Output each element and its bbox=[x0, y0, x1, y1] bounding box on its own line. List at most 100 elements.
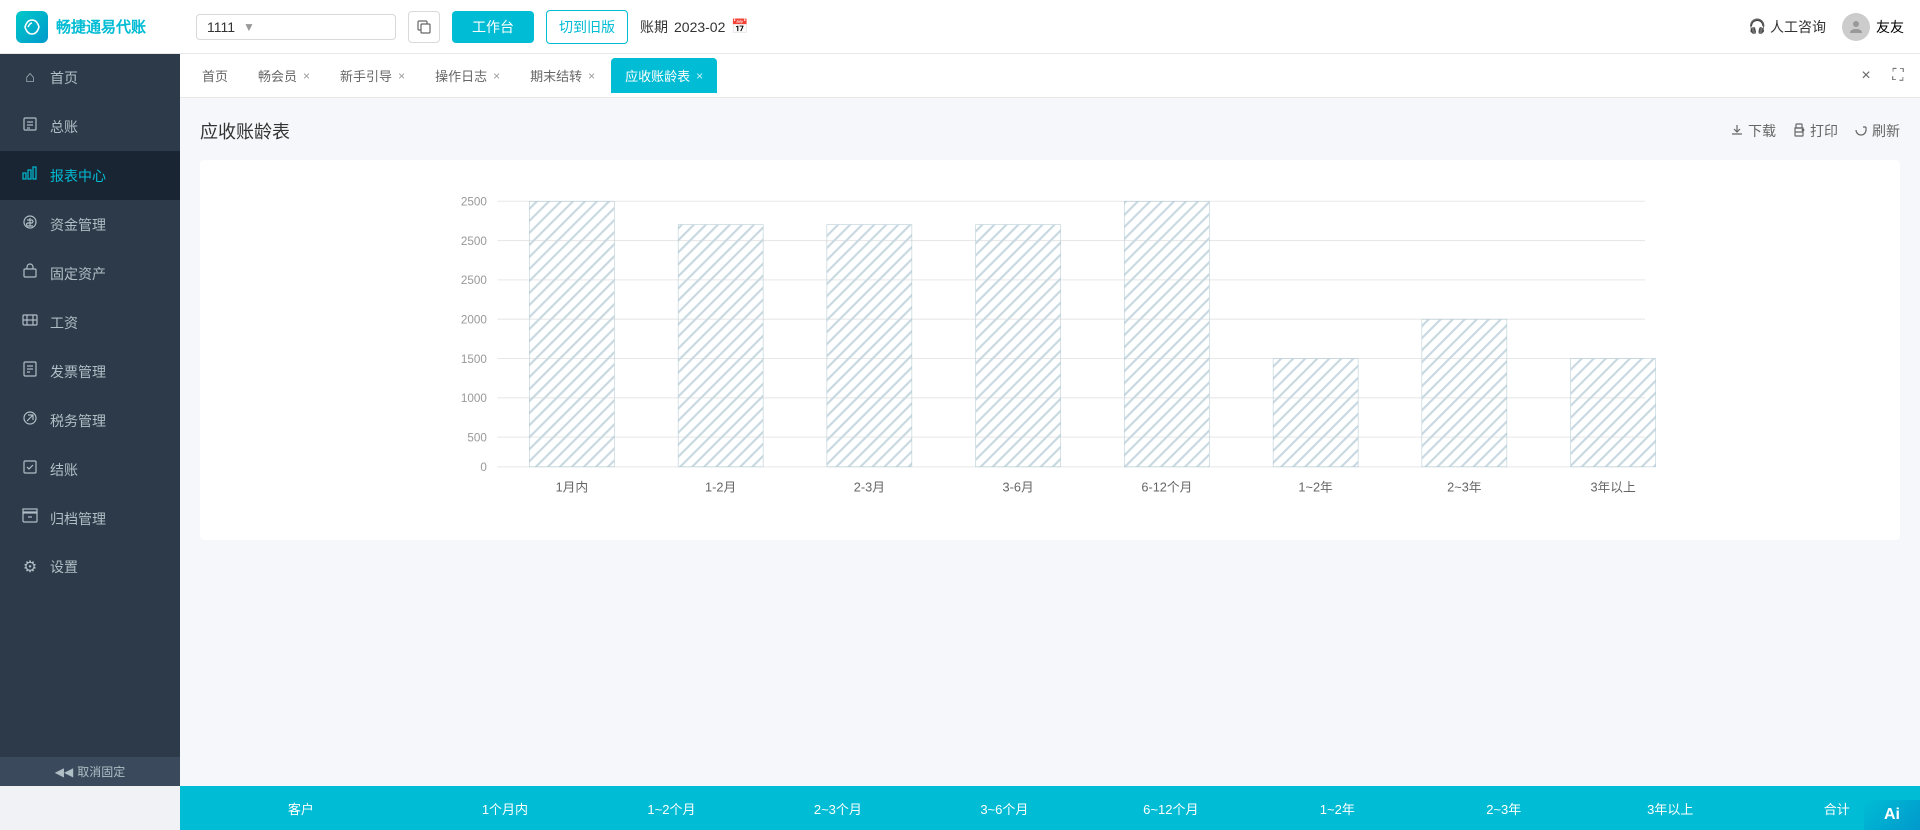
col-2-3year: 2~3年 bbox=[1421, 799, 1587, 818]
svg-text:1000: 1000 bbox=[461, 392, 487, 405]
user-area[interactable]: 友友 bbox=[1842, 13, 1904, 41]
tab-home-label: 首页 bbox=[202, 66, 228, 85]
svg-text:500: 500 bbox=[467, 431, 487, 444]
tab-member[interactable]: 畅会员 × bbox=[244, 58, 324, 93]
sidebar-item-checkout[interactable]: 结账 bbox=[0, 445, 180, 494]
sidebar-label-funds: 资金管理 bbox=[50, 215, 106, 235]
tab-member-label: 畅会员 bbox=[258, 66, 297, 85]
calendar-icon[interactable]: 📅 bbox=[731, 18, 748, 35]
cancel-fixed-button[interactable]: ◀◀ 取消固定 bbox=[0, 757, 180, 786]
refresh-label: 刷新 bbox=[1872, 121, 1900, 141]
maximize-button[interactable]: ⛶ bbox=[1884, 62, 1912, 90]
sidebar: ⌂ 首页 总账 报表中心 bbox=[0, 54, 180, 786]
tab-period-end-label: 期末结转 bbox=[530, 66, 582, 85]
tab-ar-aging-label: 应收账龄表 bbox=[625, 66, 690, 85]
salary-icon bbox=[20, 312, 40, 333]
consult-button[interactable]: 🎧 人工咨询 bbox=[1749, 17, 1826, 37]
svg-text:6-12个月: 6-12个月 bbox=[1141, 479, 1192, 494]
sidebar-label-tax: 税务管理 bbox=[50, 411, 106, 431]
headphone-icon: 🎧 bbox=[1749, 18, 1766, 35]
checkout-icon bbox=[20, 459, 40, 480]
table-footer: 客户 1个月内 1~2个月 2~3个月 3~6个月 6~12个月 1~2年 2~… bbox=[180, 786, 1920, 830]
content-area: 首页 畅会员 × 新手引导 × 操作日志 × 期末结转 × 应收账龄表 × bbox=[180, 54, 1920, 786]
sidebar-item-assets[interactable]: 固定资产 bbox=[0, 249, 180, 298]
avatar bbox=[1842, 13, 1870, 41]
copy-button[interactable] bbox=[408, 11, 440, 43]
sidebar-label-home: 首页 bbox=[50, 68, 78, 88]
tab-oplog[interactable]: 操作日志 × bbox=[421, 58, 514, 93]
svg-text:1-2月: 1-2月 bbox=[705, 479, 736, 494]
top-header: 畅捷通易代账 1111 ▼ 工作台 切到旧版 账期 2023-02 📅 🎧 人工… bbox=[0, 0, 1920, 54]
sidebar-item-home[interactable]: ⌂ 首页 bbox=[0, 54, 180, 102]
ledger-icon bbox=[20, 116, 40, 137]
user-label: 友友 bbox=[1876, 17, 1904, 37]
main-layout: ⌂ 首页 总账 报表中心 bbox=[0, 54, 1920, 786]
tabs-actions: × ⛶ bbox=[1852, 62, 1912, 90]
sidebar-label-assets: 固定资产 bbox=[50, 264, 106, 284]
chevron-down-icon: ▼ bbox=[243, 20, 255, 34]
svg-text:2~3年: 2~3年 bbox=[1447, 479, 1482, 494]
sidebar-item-funds[interactable]: 资金管理 bbox=[0, 200, 180, 249]
tab-oplog-close[interactable]: × bbox=[493, 70, 500, 82]
download-icon bbox=[1730, 123, 1744, 140]
svg-text:0: 0 bbox=[480, 461, 487, 474]
sidebar-item-archive[interactable]: 归档管理 bbox=[0, 494, 180, 543]
print-label: 打印 bbox=[1810, 121, 1838, 141]
print-button[interactable]: 打印 bbox=[1792, 121, 1838, 141]
tab-ar-aging-close[interactable]: × bbox=[696, 70, 703, 82]
sidebar-label-invoice: 发票管理 bbox=[50, 362, 106, 382]
tab-guide[interactable]: 新手引导 × bbox=[326, 58, 419, 93]
download-button[interactable]: 下载 bbox=[1730, 121, 1776, 141]
refresh-button[interactable]: 刷新 bbox=[1854, 121, 1900, 141]
sidebar-item-salary[interactable]: 工资 bbox=[0, 298, 180, 347]
cancel-fixed-label: 取消固定 bbox=[77, 763, 125, 780]
ai-label: Ai bbox=[1884, 806, 1900, 823]
workbench-button[interactable]: 工作台 bbox=[452, 11, 534, 43]
col-1month: 1个月内 bbox=[422, 799, 588, 818]
tabs-bar: 首页 畅会员 × 新手引导 × 操作日志 × 期末结转 × 应收账龄表 × bbox=[180, 54, 1920, 98]
tab-period-end[interactable]: 期末结转 × bbox=[516, 58, 609, 93]
company-name: 1111 bbox=[207, 19, 235, 35]
bar-chart: 2500 2500 2500 2000 1500 1000 500 0 bbox=[220, 180, 1880, 520]
sidebar-item-settings[interactable]: ⚙ 设置 bbox=[0, 543, 180, 591]
logo-icon bbox=[16, 11, 48, 43]
archive-icon bbox=[20, 508, 40, 529]
svg-text:3-6月: 3-6月 bbox=[1003, 479, 1034, 494]
tab-ar-aging[interactable]: 应收账龄表 × bbox=[611, 58, 717, 93]
tax-icon bbox=[20, 410, 40, 431]
ai-badge[interactable]: Ai bbox=[1864, 800, 1920, 830]
tab-home[interactable]: 首页 bbox=[188, 58, 242, 93]
svg-text:2000: 2000 bbox=[461, 313, 487, 326]
tab-period-end-close[interactable]: × bbox=[588, 70, 595, 82]
refresh-icon bbox=[1854, 123, 1868, 140]
tab-guide-close[interactable]: × bbox=[398, 70, 405, 82]
close-all-button[interactable]: × bbox=[1852, 62, 1880, 90]
svg-text:1500: 1500 bbox=[461, 353, 487, 366]
sidebar-bottom: ◀◀ 取消固定 bbox=[0, 757, 180, 786]
col-1-2month: 1~2个月 bbox=[588, 799, 754, 818]
period-value: 2023-02 bbox=[674, 19, 725, 35]
settings-icon: ⚙ bbox=[20, 557, 40, 577]
tab-member-close[interactable]: × bbox=[303, 70, 310, 82]
switch-version-button[interactable]: 切到旧版 bbox=[546, 10, 628, 44]
col-1-2year: 1~2年 bbox=[1254, 799, 1420, 818]
col-3year-plus: 3年以上 bbox=[1587, 799, 1753, 818]
page-content: 应收账龄表 下载 bbox=[180, 98, 1920, 786]
page-title: 应收账龄表 bbox=[200, 118, 290, 144]
sidebar-item-tax[interactable]: 税务管理 bbox=[0, 396, 180, 445]
company-selector[interactable]: 1111 ▼ bbox=[196, 14, 396, 40]
sidebar-label-checkout: 结账 bbox=[50, 460, 78, 480]
col-3-6month: 3~6个月 bbox=[921, 799, 1087, 818]
period-area: 账期 2023-02 📅 bbox=[640, 17, 749, 37]
sidebar-label-ledger: 总账 bbox=[50, 117, 78, 137]
sidebar-label-settings: 设置 bbox=[50, 557, 78, 577]
funds-icon bbox=[20, 214, 40, 235]
svg-text:2500: 2500 bbox=[461, 235, 487, 248]
pin-icon: ◀◀ bbox=[55, 765, 73, 779]
logo-area: 畅捷通易代账 bbox=[16, 11, 196, 43]
sidebar-item-invoice[interactable]: 发票管理 bbox=[0, 347, 180, 396]
sidebar-item-reports[interactable]: 报表中心 bbox=[0, 151, 180, 200]
period-label: 账期 bbox=[640, 17, 668, 37]
print-icon bbox=[1792, 123, 1806, 140]
sidebar-item-ledger[interactable]: 总账 bbox=[0, 102, 180, 151]
